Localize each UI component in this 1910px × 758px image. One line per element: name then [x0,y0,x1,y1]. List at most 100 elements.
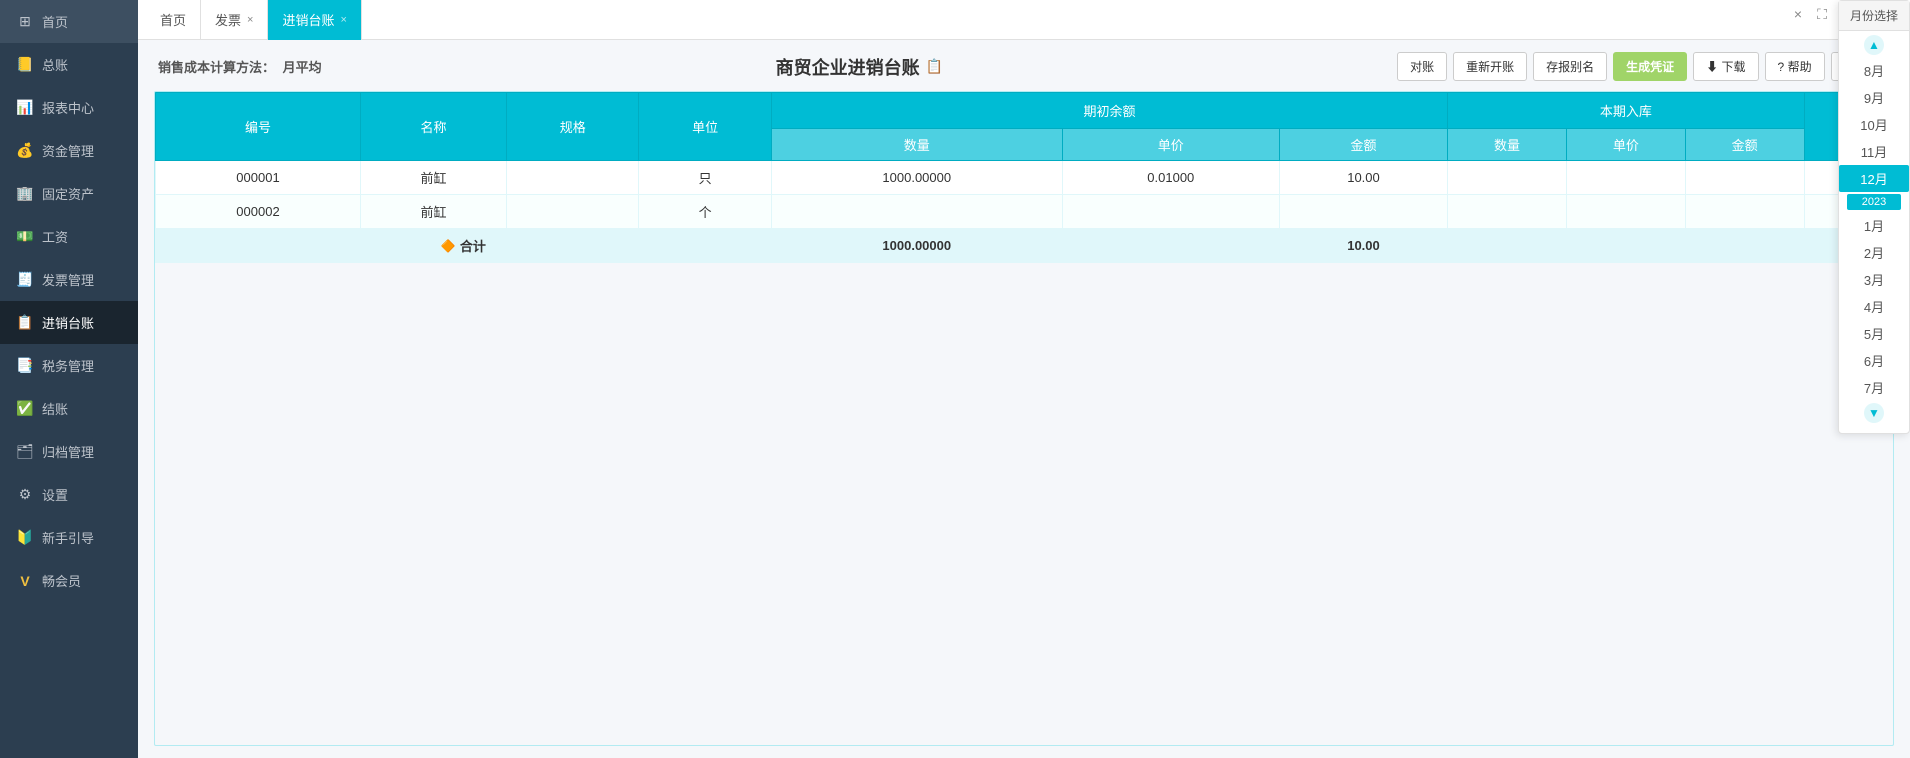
member-icon: V [16,573,34,589]
row1-ps-qty: 1000.00000 [771,161,1062,195]
col-spec: 规格 [506,93,638,161]
sidebar-item-label: 资金管理 [42,141,94,160]
inventory-table-wrapper: 编号 名称 规格 单位 期初余额 本期入库 数 数量 单价 金额 数量 单价 [154,91,1894,746]
total-label-text: 合计 [460,236,486,255]
tab-inventory-close[interactable]: × [340,14,346,26]
home-icon: ⊞ [16,13,34,30]
row2-ps-amount [1279,195,1447,229]
tab-home-label: 首页 [160,10,186,29]
sidebar-item-archive[interactable]: 🗂 归档管理 [0,430,138,473]
sidebar-item-guide[interactable]: 🔰 新手引导 [0,516,138,559]
month-item-12[interactable]: 12月 [1839,165,1909,192]
note-icon[interactable]: 📋 [926,58,943,75]
tab-invoice-close[interactable]: × [247,14,253,26]
reconcile-button[interactable]: 对账 [1397,52,1447,81]
month-item-3[interactable]: 3月 [1839,266,1909,293]
settings-icon: ⚙ [16,486,34,503]
tab-home[interactable]: 首页 [146,0,201,40]
sidebar-item-label: 首页 [42,12,68,31]
sidebar-item-home[interactable]: ⊞ 首页 [0,0,138,43]
col-ps-amount: 金额 [1279,129,1447,161]
month-item-9[interactable]: 9月 [1839,84,1909,111]
sidebar: ⊞ 首页 📒 总账 📊 报表中心 💰 资金管理 🏢 固定资产 💵 工资 🧾 发票… [0,0,138,758]
row1-code: 000001 [156,161,361,195]
month-item-8[interactable]: 8月 [1839,57,1909,84]
year-2023-badge: 2023 [1847,194,1901,210]
help-icon: ? [1778,60,1785,74]
sidebar-item-funds[interactable]: 💰 资金管理 [0,129,138,172]
col-name: 名称 [360,93,506,161]
assets-icon: 🏢 [16,185,34,202]
month-panel-title: 月份选择 [1839,1,1909,31]
sidebar-item-assets[interactable]: 🏢 固定资产 [0,172,138,215]
month-item-4[interactable]: 4月 [1839,293,1909,320]
month-item-11[interactable]: 11月 [1839,138,1909,165]
sidebar-item-member[interactable]: V 畅会员 [0,559,138,602]
month-nav-down-button[interactable]: ▼ [1864,403,1884,423]
sidebar-item-settings[interactable]: ⚙ 设置 [0,473,138,516]
tab-invoice-label: 发票 [215,10,241,29]
col-unit: 单位 [639,93,771,161]
sidebar-item-invoice[interactable]: 🧾 发票管理 [0,258,138,301]
sidebar-item-label: 新手引导 [42,528,94,547]
sidebar-item-ledger[interactable]: 📒 总账 [0,43,138,86]
table-row: 000001 前缸 只 1000.00000 0.01000 10.00 [156,161,1893,195]
sidebar-item-label: 归档管理 [42,442,94,461]
month-item-6[interactable]: 6月 [1839,347,1909,374]
maximize-window-button[interactable]: ⛶ [1814,6,1830,22]
total-ps-price [1062,229,1279,263]
month-panel: 月份选择 ▲ 8月 9月 10月 11月 12月 2023 1月 2月 3月 4… [1838,0,1910,434]
month-item-10[interactable]: 10月 [1839,111,1909,138]
tab-invoice[interactable]: 发票 × [201,0,268,40]
sidebar-item-payroll[interactable]: 💵 工资 [0,215,138,258]
close-window-button[interactable]: × [1790,6,1806,22]
table-row: 000002 前缸 个 [156,195,1893,229]
help-button[interactable]: ? 帮助 [1765,52,1825,81]
row2-pi-qty [1448,195,1567,229]
toolbar-row: 销售成本计算方法： 月平均 商贸企业进销台账 📋 对账 重新开账 存报别名 生成… [154,52,1894,81]
sidebar-item-inventory[interactable]: 📋 进销台账 [0,301,138,344]
row1-pi-price [1566,161,1685,195]
reports-icon: 📊 [16,99,34,116]
sidebar-item-label: 税务管理 [42,356,94,375]
month-item-7[interactable]: 7月 [1839,374,1909,401]
row1-pi-qty [1448,161,1567,195]
tab-inventory-label: 进销台账 [282,10,334,29]
month-item-5[interactable]: 5月 [1839,320,1909,347]
sales-method: 销售成本计算方法： 月平均 [154,57,322,76]
save-alias-button[interactable]: 存报别名 [1533,52,1607,81]
col-code: 编号 [156,93,361,161]
reopen-button[interactable]: 重新开账 [1453,52,1527,81]
col-period-in-group: 本期入库 [1448,93,1805,129]
main-area: × ⛶ 首页 发票 × 进销台账 × 销售成本计算方法： 月平均 商贸企业进销台… [138,0,1910,758]
sidebar-item-reports[interactable]: 📊 报表中心 [0,86,138,129]
month-nav-up-button[interactable]: ▲ [1864,35,1884,55]
page-title: 商贸企业进销台账 📋 [776,54,943,80]
tax-icon: 📑 [16,357,34,374]
ledger-icon: 📒 [16,56,34,73]
row1-unit: 只 [639,161,771,195]
row2-pi-price [1566,195,1685,229]
sidebar-item-label: 设置 [42,485,68,504]
archive-icon: 🗂 [16,443,34,460]
row1-ps-amount: 10.00 [1279,161,1447,195]
row1-pi-amount [1685,161,1804,195]
month-item-1[interactable]: 1月 [1839,212,1909,239]
sidebar-item-label: 报表中心 [42,98,94,117]
month-nav-down: ▼ [1839,401,1909,427]
sidebar-item-tax[interactable]: 📑 税务管理 [0,344,138,387]
tab-inventory[interactable]: 进销台账 × [268,0,361,40]
total-ps-amount: 10.00 [1279,229,1447,263]
row2-unit: 个 [639,195,771,229]
sidebar-item-label: 畅会员 [42,571,81,590]
sidebar-item-label: 总账 [42,55,68,74]
total-pi-price [1566,229,1685,263]
download-button[interactable]: ⬇ 下载 [1693,52,1758,81]
content-area: 销售成本计算方法： 月平均 商贸企业进销台账 📋 对账 重新开账 存报别名 生成… [138,40,1910,758]
row1-name: 前缸 [360,161,506,195]
month-item-2[interactable]: 2月 [1839,239,1909,266]
sidebar-item-checkout[interactable]: ✅ 结账 [0,387,138,430]
total-pi-qty [1448,229,1567,263]
col-pi-qty: 数量 [1448,129,1567,161]
generate-voucher-button[interactable]: 生成凭证 [1613,52,1687,81]
